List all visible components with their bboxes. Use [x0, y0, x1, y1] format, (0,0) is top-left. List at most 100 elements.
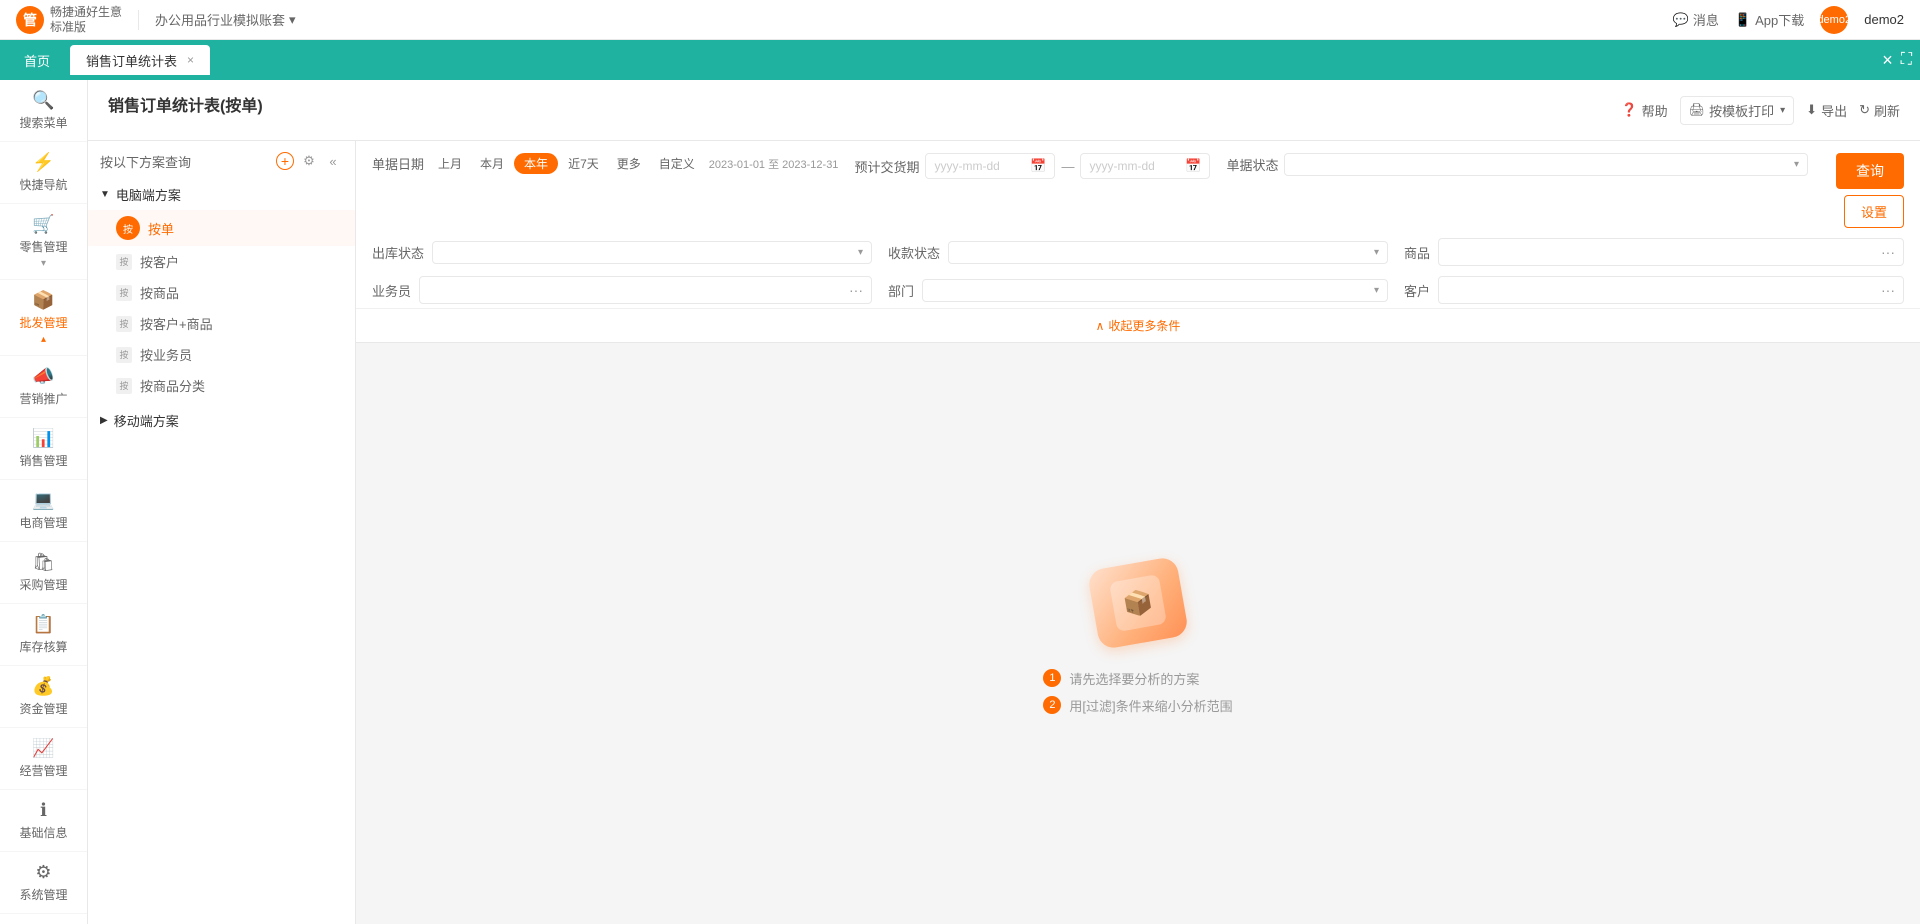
customer-dots-icon: ···	[1881, 282, 1895, 298]
sidebar-item-marketing[interactable]: 📣 营销推广	[0, 356, 87, 418]
scheme-item-by-customer[interactable]: 按 按客户	[88, 246, 355, 277]
refresh-button[interactable]: ↻ 刷新	[1859, 101, 1900, 120]
hint-text-2: 用[过滤]条件来缩小分析范围	[1069, 696, 1232, 715]
sidebar-item-inventory[interactable]: 📋 库存核算	[0, 604, 87, 666]
last-month-btn[interactable]: 上月	[430, 153, 470, 174]
ecommerce-icon: 💻	[32, 490, 54, 511]
search-icon: 🔍	[32, 90, 54, 111]
department-select[interactable]: ▾	[922, 279, 1388, 302]
inventory-icon: 📋	[32, 614, 54, 635]
page-title: 销售订单统计表(按单)	[108, 92, 263, 128]
sidebar-item-ecommerce[interactable]: 💻 电商管理	[0, 480, 87, 542]
salesperson-cell: 业务员 ···	[372, 276, 872, 304]
scheme-customer-goods-icon: 按	[116, 316, 132, 332]
filter-panel: 单据日期 上月 本月 本年 近7天 更多 自定义	[356, 141, 1920, 343]
sidebar-item-business[interactable]: 📈 经营管理	[0, 728, 87, 790]
date-separator: —	[1061, 159, 1074, 174]
filter-row-2: 出库状态 ▾ 收款状态 ▾	[372, 238, 1904, 266]
sidebar-item-wholesale[interactable]: 📦 批发管理 ▴	[0, 280, 87, 356]
this-month-btn[interactable]: 本月	[472, 153, 512, 174]
scheme-desktop-group-title[interactable]: ▼ 电脑端方案	[88, 179, 355, 210]
quicknav-icon: ⚡	[32, 152, 54, 173]
scheme-panel: 按以下方案查询 + ⚙ «	[88, 141, 356, 924]
date-filter-cell: 单据日期 上月 本月 本年 近7天 更多 自定义	[372, 153, 838, 174]
tab-close-icon[interactable]: ×	[187, 53, 194, 67]
export-icon: ⬇	[1806, 102, 1817, 118]
sidebar-item-system[interactable]: ⚙ 系统管理	[0, 852, 87, 914]
page-header: 销售订单统计表(按单) ❓ 帮助 🖨 按模板打印 ▾ ⬇ 导出 ↻ 刷新	[88, 80, 1920, 141]
sidebar-item-search[interactable]: 🔍 搜索菜单	[0, 80, 87, 142]
goods-dots-icon: ···	[1881, 244, 1895, 260]
tab-home[interactable]: 首页	[8, 45, 66, 75]
query-area: 查询 设置	[1824, 153, 1904, 228]
tab-minimize-icon[interactable]: ×	[1882, 50, 1893, 71]
sidebar-item-quicknav[interactable]: ⚡ 快捷导航	[0, 142, 87, 204]
retail-icon: 🛒	[32, 214, 54, 235]
sidebar-item-basicinfo[interactable]: ℹ 基础信息	[0, 790, 87, 852]
business-icon: 📈	[32, 738, 54, 759]
delivery-cell: 出库状态 ▾	[372, 238, 872, 266]
sidebar-item-collab[interactable]: 🤝 企业协同	[0, 914, 87, 924]
help-button[interactable]: ❓ 帮助	[1621, 101, 1667, 120]
scheme-add-button[interactable]: +	[275, 151, 295, 171]
message-button[interactable]: 💬 消息	[1673, 10, 1719, 29]
settings-button[interactable]: 设置	[1844, 195, 1904, 228]
scheme-item-by-order[interactable]: 按 按单	[88, 210, 355, 246]
scheme-salesperson-icon: 按	[116, 347, 132, 363]
collapse-arrow-icon: ∧	[1096, 319, 1105, 333]
expected-date-start[interactable]: yyyy-mm-dd 📅	[925, 153, 1055, 179]
sidebar-item-finance[interactable]: 💰 资金管理	[0, 666, 87, 728]
scheme-desktop-group: ▼ 电脑端方案 按 按单 按 按	[88, 179, 355, 401]
sidebar-item-retail[interactable]: 🛒 零售管理 ▾	[0, 204, 87, 280]
scheme-item-by-salesperson[interactable]: 按 按业务员	[88, 339, 355, 370]
collapse-label: 收起更多条件	[1108, 317, 1180, 334]
main-content: 按以下方案查询 + ⚙ «	[88, 141, 1920, 924]
this-year-btn[interactable]: 本年	[514, 153, 558, 174]
payment-arrow-icon: ▾	[1374, 247, 1379, 258]
scheme-settings-icon: ⚙	[303, 153, 315, 169]
calendar-icon-end: 📅	[1185, 158, 1201, 174]
scheme-settings-button[interactable]: ⚙	[299, 151, 319, 171]
salesperson-input[interactable]: ···	[419, 276, 872, 304]
logo-area: 管 畅捷通好生意 标准版	[16, 5, 122, 34]
query-button[interactable]: 查询	[1836, 153, 1904, 189]
customer-input[interactable]: ···	[1438, 276, 1904, 304]
collapse-bar[interactable]: ∧ 收起更多条件	[356, 308, 1920, 342]
filter-row-3: 业务员 ··· 部门 ▾	[372, 276, 1904, 304]
custom-btn[interactable]: 自定义	[651, 153, 703, 174]
tab-sales-order-stats[interactable]: 销售订单统计表 ×	[70, 45, 210, 75]
sidebar-item-sales[interactable]: 📊 销售管理	[0, 418, 87, 480]
last7-btn[interactable]: 近7天	[560, 153, 607, 174]
user-avatar[interactable]: demo2	[1820, 6, 1848, 34]
expected-date-end[interactable]: yyyy-mm-dd 📅	[1080, 153, 1210, 179]
delivery-arrow-icon: ▾	[858, 247, 863, 258]
hint-num-1: 1	[1043, 669, 1061, 687]
scheme-item-by-category[interactable]: 按 按商品分类	[88, 370, 355, 401]
export-button[interactable]: ⬇ 导出	[1806, 101, 1847, 120]
sales-icon: 📊	[32, 428, 54, 449]
app-download-button[interactable]: 📱 App下载	[1735, 10, 1804, 29]
payment-select[interactable]: ▾	[948, 241, 1388, 264]
tab-maximize-icon[interactable]: ⛶	[1901, 51, 1912, 69]
download-icon: 📱	[1735, 12, 1751, 28]
scheme-header-buttons: + ⚙ «	[275, 151, 343, 171]
scheme-item-by-customer-goods[interactable]: 按 按客户+商品	[88, 308, 355, 339]
goods-input[interactable]: ···	[1438, 238, 1904, 266]
scheme-item-by-goods[interactable]: 按 按商品	[88, 277, 355, 308]
scheme-mobile-group-title[interactable]: ▶ 移动端方案	[88, 405, 355, 436]
app-title-dropdown[interactable]: 办公用品行业模拟账套 ▾	[155, 10, 296, 29]
scheme-collapse-button[interactable]: «	[323, 151, 343, 171]
print-button[interactable]: 🖨 按模板打印 ▾	[1680, 96, 1795, 125]
sidebar-item-purchase[interactable]: 🛍 采购管理	[0, 542, 87, 604]
goods-label: 商品	[1404, 243, 1430, 262]
refresh-icon: ↻	[1859, 102, 1870, 118]
scheme-group-arrow: ▼	[100, 189, 110, 200]
hint-text-1: 请先选择要分析的方案	[1069, 669, 1199, 688]
expected-date-label: 预计交货期	[854, 157, 919, 176]
hint-num-2: 2	[1043, 696, 1061, 714]
delivery-select[interactable]: ▾	[432, 241, 872, 264]
more-btn[interactable]: 更多	[609, 153, 649, 174]
purchase-icon: 🛍	[32, 552, 55, 573]
status-select[interactable]: ▾	[1284, 153, 1808, 176]
logo-icon: 管	[16, 6, 44, 34]
